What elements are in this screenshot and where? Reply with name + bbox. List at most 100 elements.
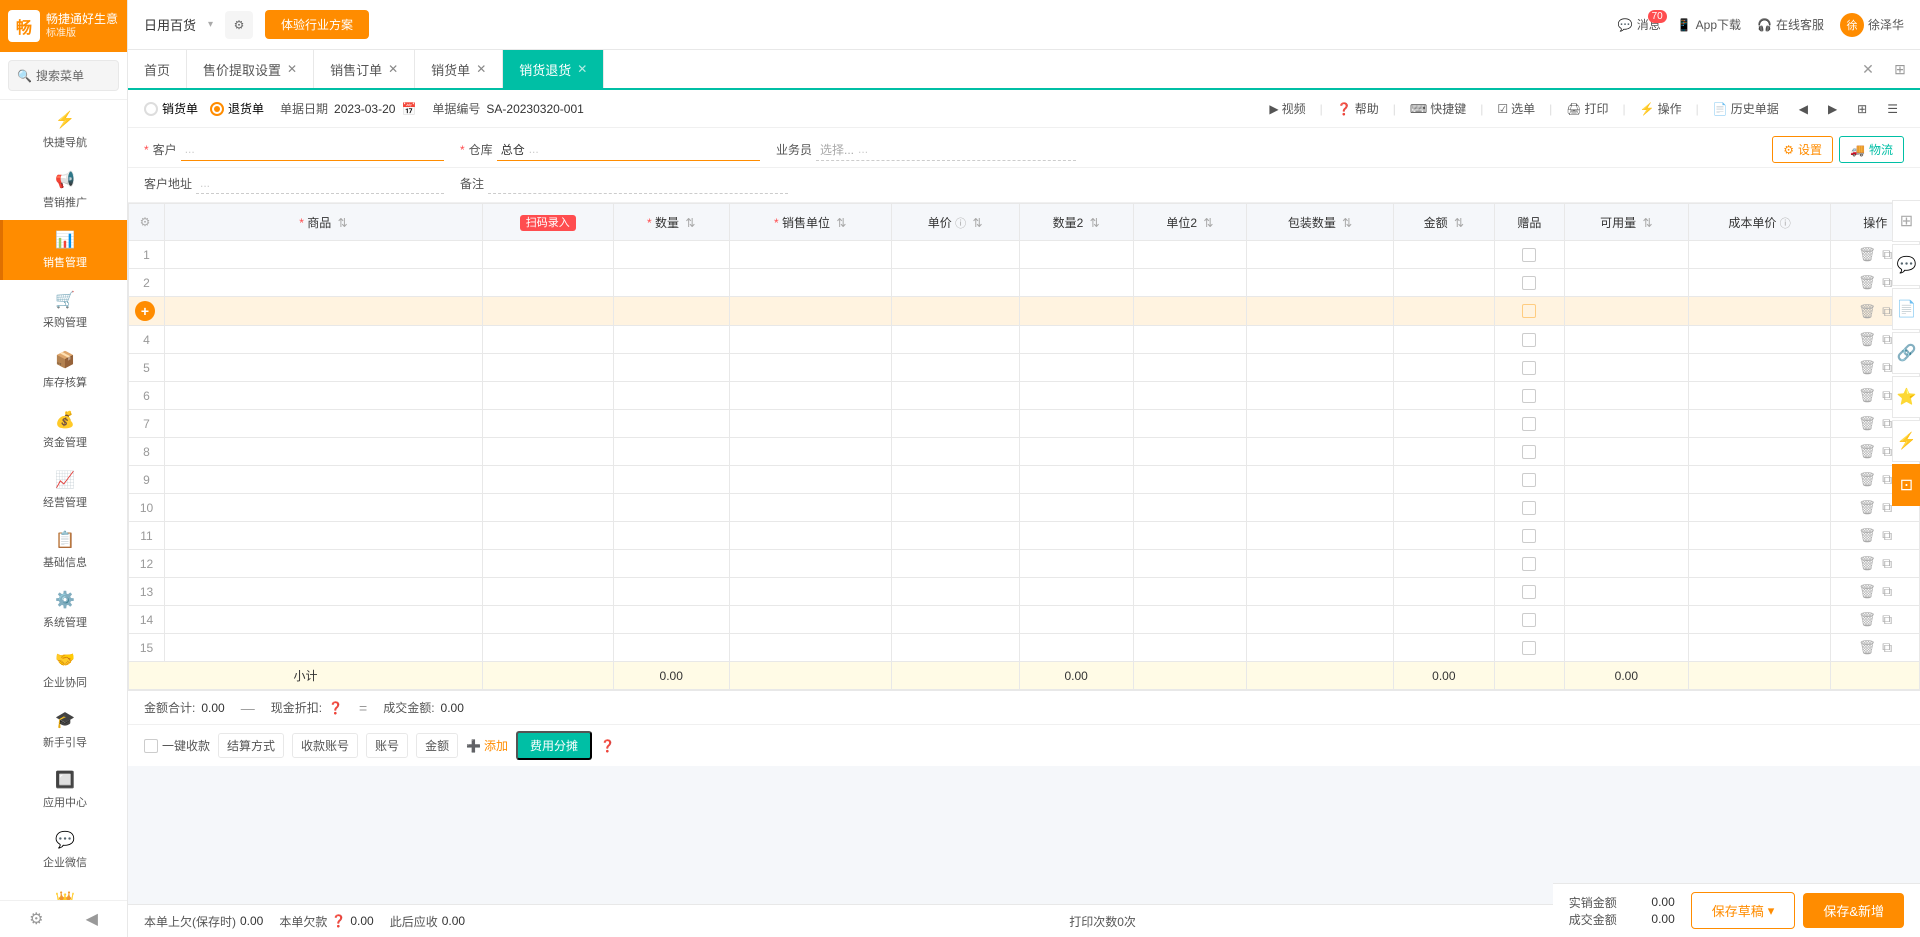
- gift-checkbox[interactable]: [1522, 585, 1536, 599]
- delete-icon[interactable]: 🗑: [1858, 499, 1876, 516]
- radio-sale-return[interactable]: 退货单: [210, 100, 264, 117]
- avail-sort-icon[interactable]: ⇅: [1643, 216, 1653, 230]
- copy-icon[interactable]: ⧉: [1882, 331, 1892, 348]
- copy-icon[interactable]: ⧉: [1882, 583, 1892, 600]
- close-window-button[interactable]: ✕: [1856, 57, 1880, 81]
- fee-info-icon[interactable]: ❓: [600, 739, 615, 753]
- copy-icon[interactable]: ⧉: [1882, 471, 1892, 488]
- side-panel-icon-7-active[interactable]: ⊡: [1892, 464, 1920, 506]
- calendar-icon[interactable]: 📅: [401, 102, 416, 116]
- quantity-cell[interactable]: [613, 269, 729, 297]
- gift-checkbox[interactable]: [1522, 613, 1536, 627]
- account-select[interactable]: 账号: [366, 733, 408, 758]
- unit-price-cell[interactable]: [891, 241, 1019, 269]
- gift-checkbox[interactable]: [1522, 333, 1536, 347]
- unit2-sort-icon[interactable]: ⇅: [1203, 216, 1213, 230]
- unit-price-cell[interactable]: [891, 297, 1019, 326]
- gift-checkbox[interactable]: [1522, 473, 1536, 487]
- remark-input[interactable]: [488, 172, 788, 194]
- side-panel-icon-3[interactable]: 📄: [1892, 288, 1920, 330]
- tab-home[interactable]: 首页: [128, 50, 187, 88]
- single-debit-info-icon[interactable]: ❓: [331, 914, 346, 928]
- tab-sale-goods[interactable]: 销货单 ✕: [415, 50, 503, 88]
- product-sort-icon[interactable]: ⇅: [338, 216, 348, 230]
- notification-button[interactable]: 💬 消息 70: [1618, 16, 1661, 33]
- sidebar-item-inventory[interactable]: 📦 库存核算: [0, 340, 127, 400]
- online-service-button[interactable]: 🎧 在线客服: [1757, 16, 1824, 33]
- delete-icon[interactable]: 🗑: [1858, 555, 1876, 572]
- copy-icon[interactable]: ⧉: [1882, 555, 1892, 572]
- warehouse-input[interactable]: 总仓 ...: [497, 139, 760, 161]
- gift-checkbox[interactable]: [1522, 248, 1536, 262]
- header-settings-button[interactable]: ⚙: [225, 11, 253, 39]
- delete-icon[interactable]: 🗑: [1858, 387, 1876, 404]
- cost-price-info-icon[interactable]: ⓘ: [1780, 218, 1791, 230]
- pkg-sort-icon[interactable]: ⇅: [1342, 216, 1352, 230]
- scan-input-button[interactable]: 扫码录入: [520, 215, 576, 231]
- tab-sale-price-close[interactable]: ✕: [287, 62, 297, 76]
- sidebar-item-purchase[interactable]: 🛒 采购管理: [0, 280, 127, 340]
- sidebar-item-shortcut[interactable]: ⚡ 快捷导航: [0, 100, 127, 160]
- app-download-button[interactable]: 📱 App下载: [1677, 16, 1741, 33]
- copy-row-icon[interactable]: ⧉: [1882, 274, 1892, 291]
- amount-cell[interactable]: [1393, 269, 1494, 297]
- sidebar-collapse-button[interactable]: ◀: [86, 909, 98, 929]
- delete-row-icon[interactable]: 🗑: [1858, 246, 1876, 263]
- sidebar-item-apps[interactable]: 🔲 应用中心: [0, 760, 127, 820]
- tab-sale-order[interactable]: 销售订单 ✕: [314, 50, 415, 88]
- quantity-cell[interactable]: [613, 241, 729, 269]
- gift-checkbox[interactable]: [1522, 501, 1536, 515]
- copy-icon[interactable]: ⧉: [1882, 415, 1892, 432]
- delete-icon[interactable]: 🗑: [1858, 527, 1876, 544]
- unit-sort-icon[interactable]: ⇅: [836, 216, 846, 230]
- side-panel-icon-5[interactable]: ⭐: [1892, 376, 1920, 418]
- sidebar-item-member[interactable]: 👑 畅会员: [0, 880, 127, 900]
- copy-row-icon[interactable]: ⧉: [1882, 303, 1892, 320]
- gift-checkbox[interactable]: [1522, 445, 1536, 459]
- gift-checkbox[interactable]: [1522, 389, 1536, 403]
- quantity2-cell[interactable]: [1019, 297, 1133, 326]
- sidebar-item-wechat[interactable]: 💬 企业微信: [0, 820, 127, 880]
- search-menu-button[interactable]: 🔍 搜索菜单: [8, 60, 119, 91]
- sidebar-item-operations[interactable]: 📈 经营管理: [0, 460, 127, 520]
- quantity2-cell[interactable]: [1019, 241, 1133, 269]
- unit2-cell[interactable]: [1133, 297, 1247, 326]
- add-payment-button[interactable]: ➕ 添加: [466, 737, 508, 754]
- sidebar-item-finance[interactable]: 💰 资金管理: [0, 400, 127, 460]
- copy-icon[interactable]: ⧉: [1882, 387, 1892, 404]
- sidebar-item-sales[interactable]: 📊 销售管理: [0, 220, 127, 280]
- tab-sale-order-close[interactable]: ✕: [388, 62, 398, 76]
- copy-icon[interactable]: ⧉: [1882, 359, 1892, 376]
- payment-checkbox[interactable]: [144, 739, 158, 753]
- settings-button[interactable]: ⚙ 设置: [1772, 136, 1833, 163]
- discount-info-icon[interactable]: ❓: [328, 701, 343, 715]
- delete-icon[interactable]: 🗑: [1858, 471, 1876, 488]
- product-cell-active[interactable]: [165, 297, 483, 326]
- unit2-cell[interactable]: [1133, 241, 1247, 269]
- product-cell[interactable]: [165, 269, 483, 297]
- product-cell[interactable]: [165, 241, 483, 269]
- copy-row-icon[interactable]: ⧉: [1882, 246, 1892, 263]
- side-panel-icon-1[interactable]: ⊞: [1892, 200, 1920, 242]
- delete-icon[interactable]: 🗑: [1858, 639, 1876, 656]
- gift-checkbox[interactable]: [1522, 361, 1536, 375]
- column-settings-icon[interactable]: ⚙: [135, 212, 155, 232]
- copy-icon[interactable]: ⧉: [1882, 499, 1892, 516]
- tab-sale-goods-close[interactable]: ✕: [476, 62, 486, 76]
- tab-sale-price[interactable]: 售价提取设置 ✕: [187, 50, 314, 88]
- sale-unit-cell[interactable]: [729, 297, 891, 326]
- unit-price-cell[interactable]: [891, 269, 1019, 297]
- sidebar-item-enterprise[interactable]: 🤝 企业协同: [0, 640, 127, 700]
- delete-icon[interactable]: 🗑: [1858, 331, 1876, 348]
- copy-icon[interactable]: ⧉: [1882, 527, 1892, 544]
- gift-checkbox[interactable]: [1522, 276, 1536, 290]
- sidebar-item-system[interactable]: ⚙️ 系统管理: [0, 580, 127, 640]
- prev-record-button[interactable]: ◀: [1793, 100, 1814, 118]
- tab-sale-return-close[interactable]: ✕: [577, 62, 587, 76]
- price-sort-icon[interactable]: ⇅: [972, 216, 982, 230]
- delete-icon[interactable]: 🗑: [1858, 611, 1876, 628]
- address-input[interactable]: ...: [196, 172, 444, 194]
- one-click-payment-checkbox[interactable]: 一键收款: [144, 737, 210, 754]
- toolbar-print-button[interactable]: 🖨 打印: [1560, 98, 1614, 119]
- maximize-window-button[interactable]: ⊞: [1888, 57, 1912, 81]
